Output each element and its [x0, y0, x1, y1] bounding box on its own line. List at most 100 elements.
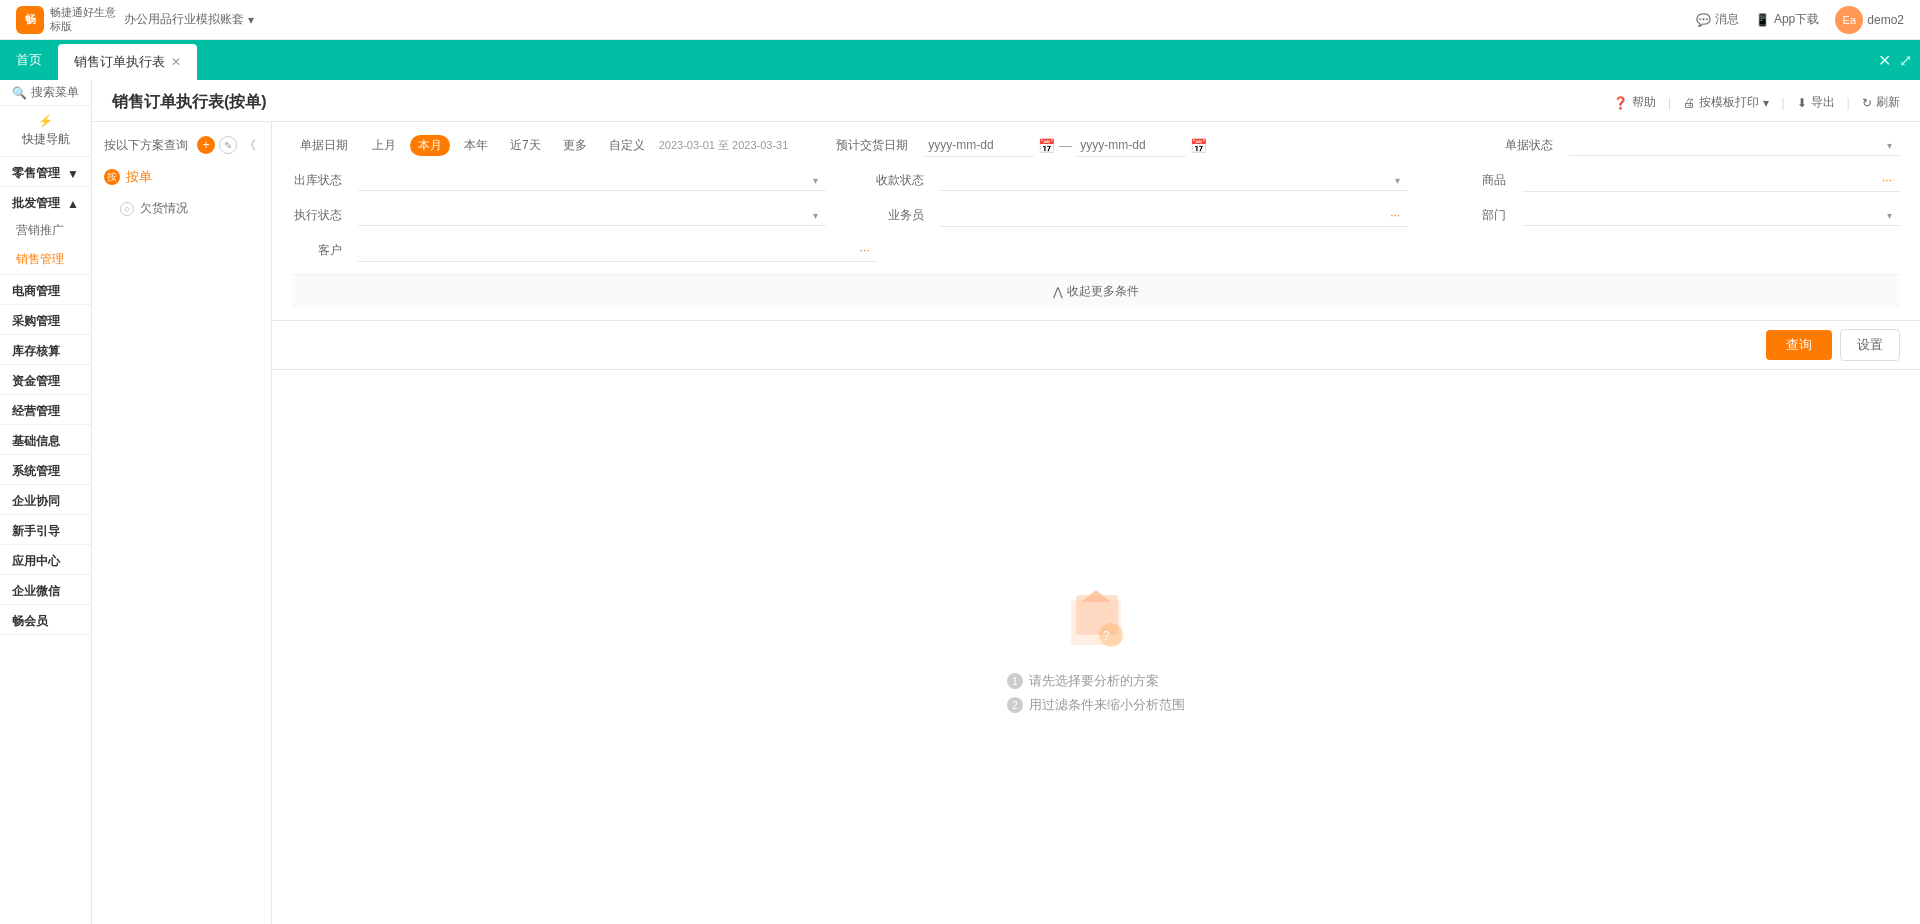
sidebar-item-finance[interactable]: 资金管理 [0, 365, 91, 394]
filter-row-warehouse: 出库状态 ▾ 收款状态 ▾ 商品 ··· [292, 169, 1900, 192]
sidebar-item-ecommerce[interactable]: 电商管理 [0, 275, 91, 304]
message-icon: 💬 [1696, 13, 1711, 27]
exec-status-select[interactable]: ▾ [358, 206, 826, 226]
date-btn-thisyear[interactable]: 本年 [456, 135, 496, 156]
app-download-button[interactable]: 📱 App下载 [1755, 11, 1819, 28]
sidebar-item-wechat[interactable]: 企业微信 [0, 575, 91, 604]
empty-tip-2: 2 用过滤条件来缩小分析范围 [1007, 696, 1185, 714]
sidebar-item-quicknav[interactable]: ⚡ 快捷导航 [0, 106, 91, 156]
query-button[interactable]: 查询 [1766, 330, 1832, 360]
collapse-button[interactable]: ⋀ 收起更多条件 [1053, 283, 1139, 300]
sidebar-retail-section: 零售管理 ▼ [0, 157, 91, 187]
tab-bar: 首页 销售订单执行表 ✕ ✕ ⤢ [0, 40, 1920, 80]
search-menu-button[interactable]: 🔍 搜索菜单 [0, 80, 91, 105]
user-menu[interactable]: Ea demo2 [1835, 6, 1904, 34]
empty-tip-1: 1 请先选择要分析的方案 [1007, 672, 1185, 690]
sidebar-item-inventory[interactable]: 库存核算 [0, 335, 91, 364]
sidebar-item-newguide[interactable]: 新手引导 [0, 515, 91, 544]
sidebar-item-enterprise[interactable]: 企业协同 [0, 485, 91, 514]
date-label: 单据日期 [292, 137, 348, 154]
download-icon: 📱 [1755, 13, 1770, 27]
sidebar-item-purchase[interactable]: 采购管理 [0, 305, 91, 334]
page-header: 销售订单执行表(按单) ❓ 帮助 | 🖨 按模板打印 ▾ | ⬇ 导出 | [92, 80, 1920, 122]
help-button[interactable]: ❓ 帮助 [1613, 94, 1656, 111]
goods-select[interactable]: ··· [1522, 169, 1900, 192]
collection-select[interactable]: ▾ [940, 171, 1408, 191]
goods-label: 商品 [1456, 172, 1506, 189]
sidebar-inventory-section: 库存核算 [0, 335, 91, 365]
sidebar-wholesale-section: 批发管理 ▲ 营销推广 销售管理 [0, 187, 91, 275]
setting-button[interactable]: 设置 [1840, 329, 1900, 361]
breadcrumb[interactable]: 办公用品行业模拟账套 ▾ [124, 11, 254, 28]
date-btn-7days[interactable]: 近7天 [502, 135, 549, 156]
search-icon: 🔍 [12, 86, 27, 100]
dept-label: 部门 [1456, 207, 1506, 224]
salesperson-more-icon[interactable]: ··· [1390, 208, 1400, 222]
warehouse-select[interactable]: ▾ [358, 171, 826, 191]
tab-close-icon[interactable]: ✕ [171, 55, 181, 69]
filter-row-date: 单据日期 上月 本月 本年 近7天 更多 自定义 2023-03-01 至 20… [292, 134, 1900, 157]
scheme-collapse-button[interactable]: 《 [241, 136, 259, 154]
forecast-date-end[interactable] [1076, 134, 1186, 157]
tab-home[interactable]: 首页 [0, 40, 58, 80]
goods-more-icon[interactable]: ··· [1882, 173, 1892, 187]
scheme-add-button[interactable]: + [197, 136, 215, 154]
scheme-sub-item-shortage[interactable]: ○ 欠货情况 [92, 194, 271, 223]
forecast-date-label: 预计交货日期 [836, 137, 908, 154]
empty-state: ? 1 请先选择要分析的方案 2 用过滤条件来缩小分析范围 [272, 370, 1920, 924]
salesperson-select[interactable]: ··· [940, 204, 1408, 227]
sidebar-item-appcenter[interactable]: 应用中心 [0, 545, 91, 574]
dept-chevron-icon: ▾ [1887, 210, 1892, 221]
tab-expand-icon[interactable]: ⤢ [1899, 51, 1912, 70]
status-label: 单据状态 [1497, 137, 1553, 154]
sidebar-member-section: 畅会员 [0, 605, 91, 635]
collapse-up-icon: ⋀ [1053, 285, 1063, 299]
chevron-up-icon: ▲ [67, 197, 79, 211]
print-icon: 🖨 [1683, 96, 1695, 110]
sidebar-sysadmin-section: 系统管理 [0, 455, 91, 485]
sidebar-item-marketing[interactable]: 营销推广 [0, 216, 91, 245]
export-button[interactable]: ⬇ 导出 [1797, 94, 1835, 111]
scheme-active-item[interactable]: 按 按单 [92, 160, 271, 194]
tab-close-window-icon[interactable]: ✕ [1878, 51, 1891, 70]
customer-select[interactable]: ··· [358, 239, 878, 262]
print-button[interactable]: 🖨 按模板打印 ▾ [1683, 94, 1769, 111]
status-select[interactable]: ▾ [1569, 136, 1900, 156]
calendar-end-icon: 📅 [1190, 138, 1207, 154]
date-btn-custom[interactable]: 自定义 [601, 135, 653, 156]
sidebar-item-retail[interactable]: 零售管理 ▼ [0, 157, 91, 186]
forecast-date-start[interactable] [924, 134, 1034, 157]
sidebar-item-sysadmin[interactable]: 系统管理 [0, 455, 91, 484]
sidebar-item-member[interactable]: 畅会员 [0, 605, 91, 634]
date-filter-group: 上月 本月 本年 近7天 更多 自定义 2023-03-01 至 2023-03… [364, 135, 788, 156]
scheme-sub-icon: ○ [120, 202, 134, 216]
tab-sales-execution[interactable]: 销售订单执行表 ✕ [58, 44, 197, 80]
content-area: 销售订单执行表(按单) ❓ 帮助 | 🖨 按模板打印 ▾ | ⬇ 导出 | [92, 80, 1920, 924]
top-bar-left: 畅 畅捷通好生意 标版 办公用品行业模拟账套 ▾ [16, 6, 254, 34]
refresh-button[interactable]: ↻ 刷新 [1862, 94, 1900, 111]
customer-more-icon[interactable]: ··· [860, 243, 870, 257]
scheme-edit-button[interactable]: ✎ [219, 136, 237, 154]
date-btn-more[interactable]: 更多 [555, 135, 595, 156]
sidebar-item-sales[interactable]: 销售管理 [0, 245, 91, 274]
sidebar-item-basicinfo[interactable]: 基础信息 [0, 425, 91, 454]
main-content: 按以下方案查询 + ✎ 《 按 按单 [92, 122, 1920, 924]
sidebar-item-wholesale[interactable]: 批发管理 ▲ [0, 187, 91, 216]
page-title: 销售订单执行表(按单) [112, 92, 267, 113]
chevron-down-icon: ▼ [67, 167, 79, 181]
date-btn-thismonth[interactable]: 本月 [410, 135, 450, 156]
empty-illustration: ? [1056, 580, 1136, 660]
message-button[interactable]: 💬 消息 [1696, 11, 1739, 28]
export-icon: ⬇ [1797, 96, 1807, 110]
collection-chevron-icon: ▾ [1395, 175, 1400, 186]
sidebar-ecommerce-section: 电商管理 [0, 275, 91, 305]
tab-bar-actions: ✕ ⤢ [1878, 51, 1920, 70]
dept-select[interactable]: ▾ [1522, 206, 1900, 226]
status-chevron-icon: ▾ [1887, 140, 1892, 151]
top-bar: 畅 畅捷通好生意 标版 办公用品行业模拟账套 ▾ 💬 消息 📱 App下载 Ea… [0, 0, 1920, 40]
sidebar-appcenter-section: 应用中心 [0, 545, 91, 575]
sidebar-item-operation[interactable]: 经营管理 [0, 395, 91, 424]
date-btn-lastmonth[interactable]: 上月 [364, 135, 404, 156]
help-icon: ❓ [1613, 96, 1628, 110]
warehouse-label: 出库状态 [292, 172, 342, 189]
